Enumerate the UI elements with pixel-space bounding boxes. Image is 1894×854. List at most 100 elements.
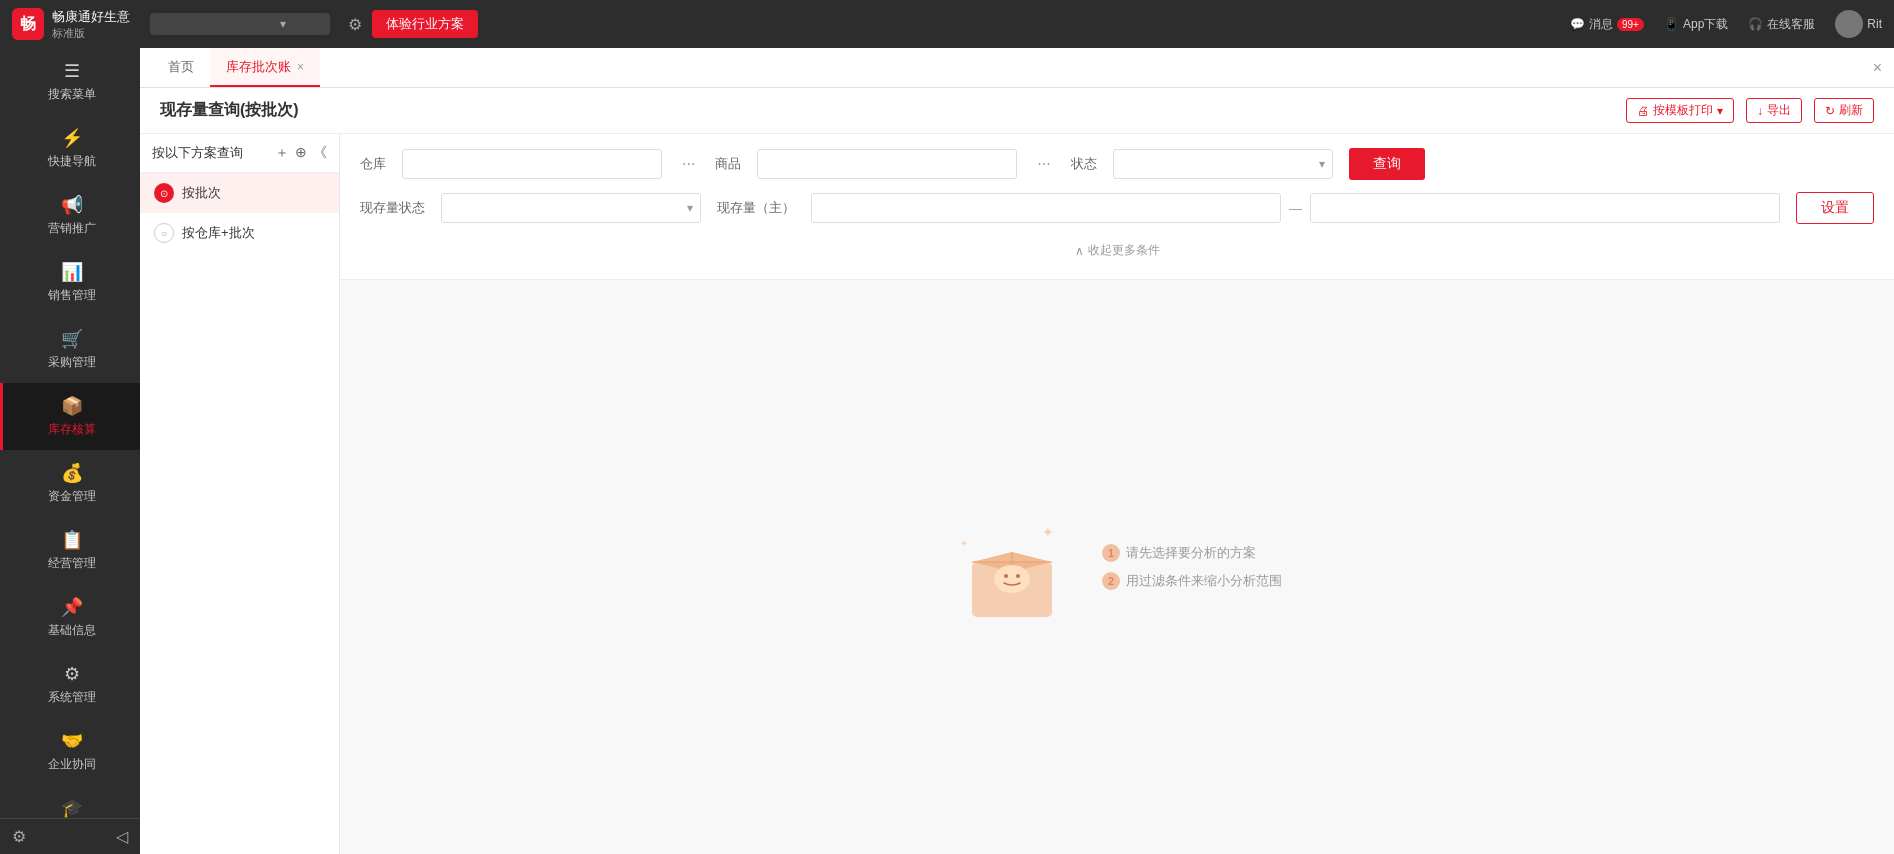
refresh-button[interactable]: ↻ 刷新 xyxy=(1814,98,1874,123)
message-icon: 💬 xyxy=(1570,17,1585,31)
main-layout: ☰ 搜索菜单 ⚡ 快捷导航 📢 营销推广 📊 销售管理 🛒 采购管理 📦 库 xyxy=(0,48,1894,854)
template-print-button[interactable]: 🖨 按模板打印 ▾ xyxy=(1626,98,1734,123)
sidebar-label-quick-nav: 快捷导航 xyxy=(48,153,96,170)
page-actions: 🖨 按模板打印 ▾ ↓ 导出 ↻ 刷新 xyxy=(1626,98,1874,123)
search-menu-icon: ☰ xyxy=(64,60,80,82)
left-panel: 按以下方案查询 ＋ ⊕ 《 ⊙ 按批次 ○ xyxy=(140,134,340,854)
product-input[interactable] xyxy=(757,149,1017,179)
online-service-button[interactable]: 🎧 在线客服 xyxy=(1748,16,1815,33)
sidebar-item-quick-nav[interactable]: ⚡ 快捷导航 xyxy=(0,115,140,182)
settings-scheme-icon[interactable]: ⊕ xyxy=(295,144,307,162)
product-dots[interactable]: ··· xyxy=(1033,155,1054,173)
gear-icon[interactable]: ⚙ xyxy=(348,15,362,34)
sidebar-item-finance[interactable]: 💰 资金管理 xyxy=(0,450,140,517)
sidebar-item-search[interactable]: ☰ 搜索菜单 xyxy=(0,48,140,115)
sidebar-item-purchase[interactable]: 🛒 采购管理 xyxy=(0,316,140,383)
sidebar-label-finance: 资金管理 xyxy=(48,488,96,505)
empty-svg: ✦ ✦ xyxy=(952,507,1072,627)
batch-scheme-icon: ⊙ xyxy=(154,183,174,203)
sidebar-item-operations[interactable]: 📋 经营管理 xyxy=(0,517,140,584)
sidebar-item-inventory[interactable]: 📦 库存核算 xyxy=(0,383,140,450)
user-profile[interactable]: Rit xyxy=(1835,10,1882,38)
printer-icon: 🖨 xyxy=(1637,104,1649,118)
tab-close-icon[interactable]: × xyxy=(297,60,304,74)
sidebar-settings-icon[interactable]: ⚙ xyxy=(12,827,26,846)
right-panel: 仓库 ··· 商品 ··· 状态 正常 停用 xyxy=(340,134,1894,854)
settings-button[interactable]: 设置 xyxy=(1796,192,1874,224)
left-panel-header: 按以下方案查询 ＋ ⊕ 《 xyxy=(140,134,339,173)
sidebar-item-system[interactable]: ⚙ 系统管理 xyxy=(0,651,140,718)
svg-point-5 xyxy=(1004,574,1008,578)
message-badge: 99+ xyxy=(1617,18,1644,31)
svg-point-4 xyxy=(994,565,1030,593)
avatar xyxy=(1835,10,1863,38)
sidebar-item-newbie[interactable]: 🎓 新手引导 xyxy=(0,785,140,818)
messages-button[interactable]: 💬 消息 99+ xyxy=(1570,16,1644,33)
sidebar-label-purchase: 采购管理 xyxy=(48,354,96,371)
topbar: 畅 畅康通好生意 标准版 ▾ ⚙ 体验行业方案 💬 消息 99+ 📱 App下载… xyxy=(0,0,1894,48)
filter-row-1: 仓库 ··· 商品 ··· 状态 正常 停用 xyxy=(360,148,1874,180)
topbar-search[interactable]: ▾ xyxy=(150,13,330,35)
stock-qty-from[interactable] xyxy=(811,193,1281,223)
sidebar-label-operations: 经营管理 xyxy=(48,555,96,572)
collapse-label: 收起更多条件 xyxy=(1088,242,1160,259)
sales-icon: 📊 xyxy=(61,261,83,283)
operations-icon: 📋 xyxy=(61,529,83,551)
add-scheme-icon[interactable]: ＋ xyxy=(275,144,289,162)
stock-status-select-wrap: 有库存 无库存 全部 ▾ xyxy=(441,193,701,223)
collapse-more-button[interactable]: ∧ 收起更多条件 xyxy=(360,236,1874,265)
svg-text:✦: ✦ xyxy=(1042,524,1054,540)
search-chevron-icon[interactable]: ▾ xyxy=(280,17,286,31)
app-logo: 畅 xyxy=(12,8,44,40)
sidebar-item-sales[interactable]: 📊 销售管理 xyxy=(0,249,140,316)
newbie-icon: 🎓 xyxy=(61,797,83,818)
quick-nav-icon: ⚡ xyxy=(61,127,83,149)
scheme-by-warehouse-batch-label: 按仓库+批次 xyxy=(182,224,255,242)
sidebar-label-basic-info: 基础信息 xyxy=(48,622,96,639)
template-print-chevron[interactable]: ▾ xyxy=(1717,104,1723,118)
page-body: 按以下方案查询 ＋ ⊕ 《 ⊙ 按批次 ○ xyxy=(140,134,1894,854)
tab-home[interactable]: 首页 xyxy=(152,48,210,87)
scheme-by-batch-label: 按批次 xyxy=(182,184,221,202)
inventory-icon: 📦 xyxy=(61,395,83,417)
stock-qty-label: 现存量（主） xyxy=(717,199,795,217)
sidebar-item-basic-info[interactable]: 📌 基础信息 xyxy=(0,584,140,651)
stock-qty-to[interactable] xyxy=(1310,193,1780,223)
scheme-item-by-warehouse-batch[interactable]: ○ 按仓库+批次 xyxy=(140,213,339,253)
page-title: 现存量查询(按批次) xyxy=(160,100,299,121)
marketing-icon: 📢 xyxy=(61,194,83,216)
tab-inventory-batch[interactable]: 库存批次账 × xyxy=(210,48,320,87)
sidebar-label-marketing: 营销推广 xyxy=(48,220,96,237)
app-download-button[interactable]: 📱 App下载 xyxy=(1664,16,1728,33)
range-separator: — xyxy=(1289,201,1302,216)
sidebar-scroll: ☰ 搜索菜单 ⚡ 快捷导航 📢 营销推广 📊 销售管理 🛒 采购管理 📦 库 xyxy=(0,48,140,818)
tab-inventory-batch-label: 库存批次账 xyxy=(226,58,291,76)
username-label: Rit xyxy=(1867,17,1882,31)
warehouse-dots[interactable]: ··· xyxy=(678,155,699,173)
left-panel-title: 按以下方案查询 xyxy=(152,144,243,162)
experience-button[interactable]: 体验行业方案 xyxy=(372,10,478,38)
product-label: 商品 xyxy=(715,155,741,173)
tabbar-close-right-icon[interactable]: × xyxy=(1873,59,1882,77)
sidebar-item-enterprise[interactable]: 🤝 企业协同 xyxy=(0,718,140,785)
tabbar: 首页 库存批次账 × × xyxy=(140,48,1894,88)
search-input[interactable] xyxy=(160,17,280,31)
sidebar: ☰ 搜索菜单 ⚡ 快捷导航 📢 营销推广 📊 销售管理 🛒 采购管理 📦 库 xyxy=(0,48,140,854)
sidebar-item-marketing[interactable]: 📢 营销推广 xyxy=(0,182,140,249)
export-button[interactable]: ↓ 导出 xyxy=(1746,98,1802,123)
online-service-label: 在线客服 xyxy=(1767,16,1815,33)
status-select[interactable]: 正常 停用 xyxy=(1113,149,1333,179)
warehouse-batch-scheme-icon: ○ xyxy=(154,223,174,243)
stock-status-select[interactable]: 有库存 无库存 全部 xyxy=(441,193,701,223)
refresh-label: 刷新 xyxy=(1839,102,1863,119)
page-header: 现存量查询(按批次) 🖨 按模板打印 ▾ ↓ 导出 ↻ 刷新 xyxy=(140,88,1894,134)
content-area: 首页 库存批次账 × × 现存量查询(按批次) 🖨 按模板打印 ▾ ↓ 导出 xyxy=(140,48,1894,854)
sidebar-label-search: 搜索菜单 xyxy=(48,86,96,103)
collapse-panel-icon[interactable]: 《 xyxy=(313,144,327,162)
scheme-item-by-batch[interactable]: ⊙ 按批次 xyxy=(140,173,339,213)
warehouse-input[interactable] xyxy=(402,149,662,179)
query-button[interactable]: 查询 xyxy=(1349,148,1425,180)
empty-illustration: ✦ ✦ xyxy=(952,507,1072,627)
sidebar-collapse-icon[interactable]: ◁ xyxy=(116,827,128,846)
export-icon: ↓ xyxy=(1757,104,1763,118)
